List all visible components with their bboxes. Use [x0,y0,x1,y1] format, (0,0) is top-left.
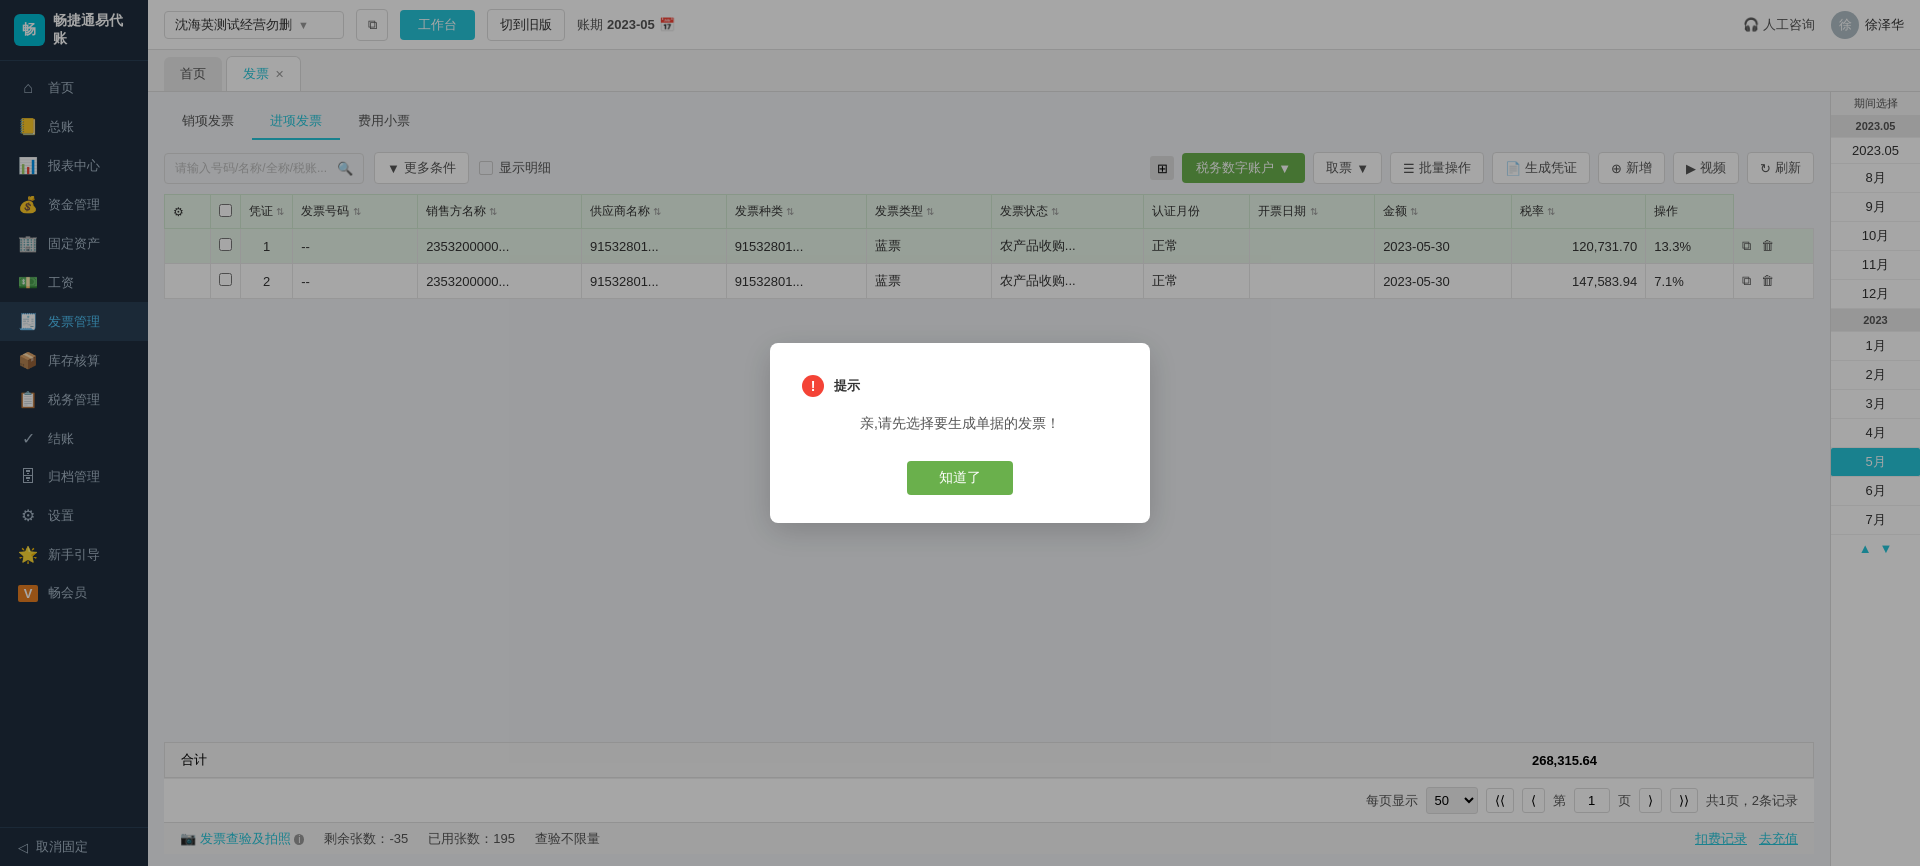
dialog-overlay: ! 提示 亲,请先选择要生成单据的发票！ 知道了 [0,0,1920,866]
dialog-warning-icon: ! [802,375,824,397]
dialog-ok-button[interactable]: 知道了 [907,461,1013,495]
dialog-message: 亲,请先选择要生成单据的发票！ [802,415,1118,433]
dialog-title: ! 提示 [802,375,1118,397]
dialog-footer: 知道了 [802,461,1118,495]
dialog: ! 提示 亲,请先选择要生成单据的发票！ 知道了 [770,343,1150,523]
